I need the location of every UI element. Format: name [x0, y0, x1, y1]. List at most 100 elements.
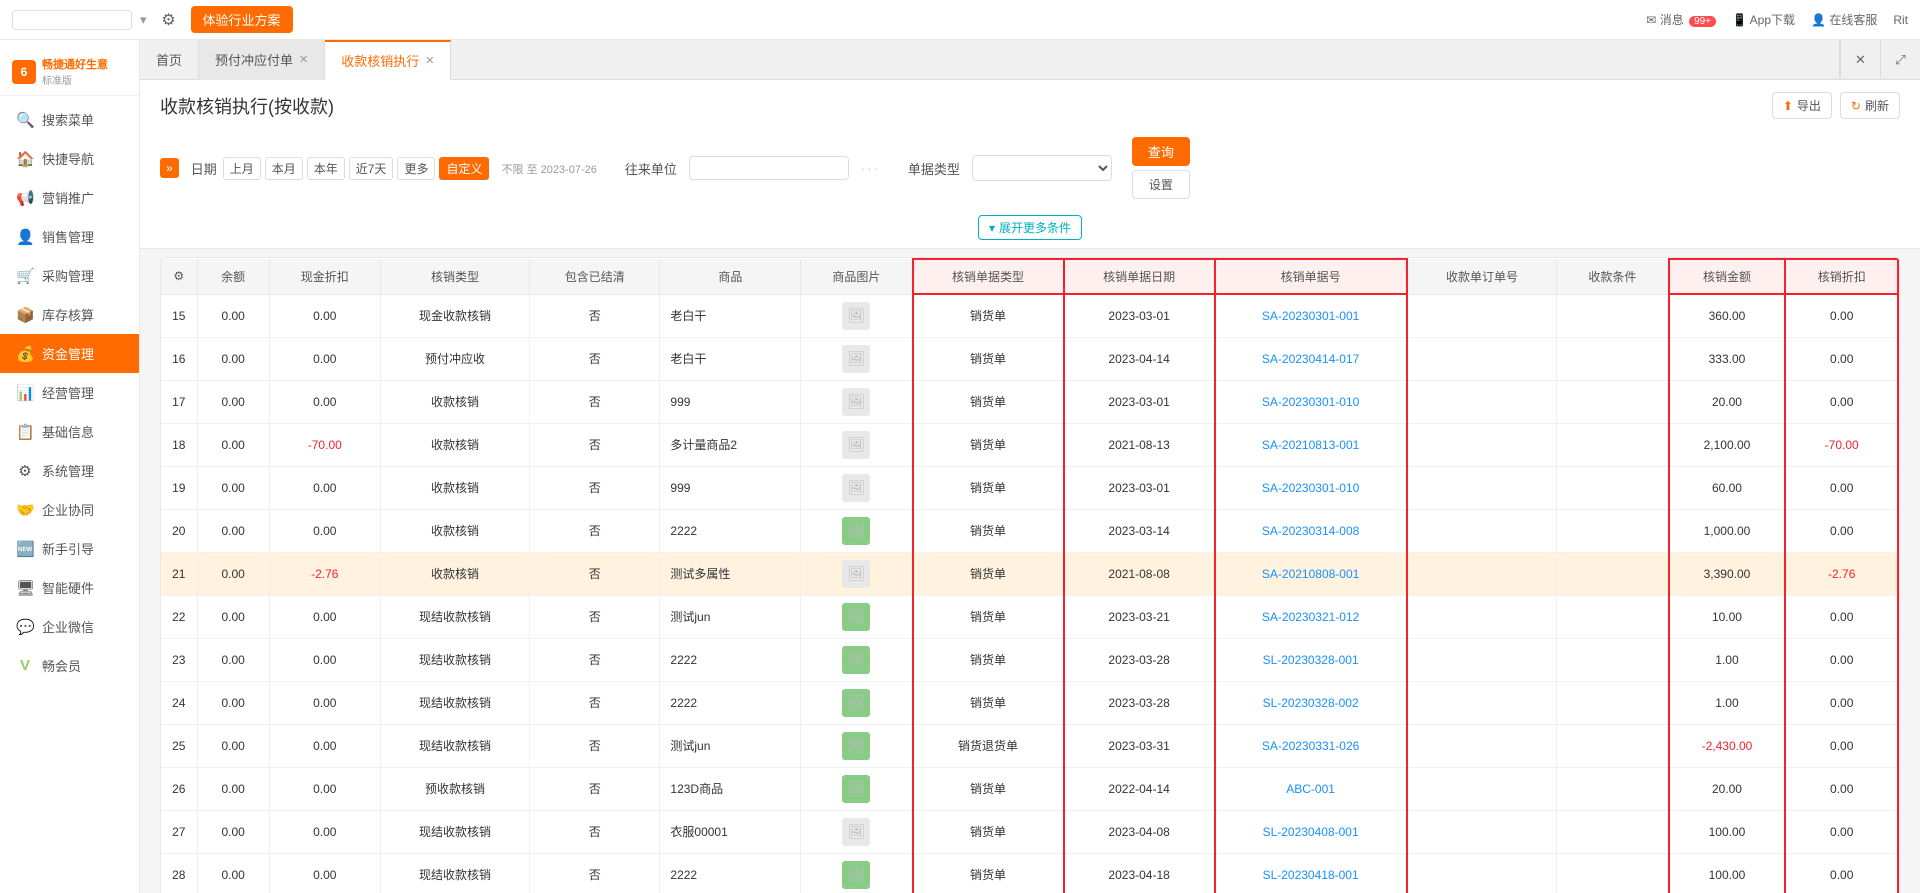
- write-off-no-link[interactable]: SA-20230301-010: [1262, 395, 1359, 409]
- date-btn-this-month[interactable]: 本月: [265, 157, 303, 180]
- td-write-off-no: SL-20230328-002: [1215, 681, 1407, 724]
- sidebar-item-inventory[interactable]: 📦 库存核算: [0, 295, 139, 334]
- sidebar-item-finance[interactable]: 💰 资金管理: [0, 334, 139, 373]
- td-write-off-no: SA-20210808-001: [1215, 552, 1407, 595]
- query-button[interactable]: 查询: [1132, 137, 1190, 166]
- date-btn-this-year[interactable]: 本年: [307, 157, 345, 180]
- service-label: 在线客服: [1829, 13, 1877, 27]
- solution-button[interactable]: 体验行业方案: [191, 6, 293, 33]
- from-unit-input[interactable]: [689, 156, 849, 180]
- td-write-off-discount: 0.00: [1785, 294, 1898, 337]
- td-write-off-discount: 0.00: [1785, 767, 1898, 810]
- date-btn-last-month[interactable]: 上月: [223, 157, 261, 180]
- sidebar-item-hardware[interactable]: 🖥 智能硬件: [0, 568, 139, 607]
- td-receipt-order-no: [1407, 552, 1557, 595]
- th-write-off-type: 核销类型: [380, 259, 529, 294]
- goods-image: 🖼: [842, 818, 870, 846]
- purchase-icon: 🛒: [16, 267, 34, 285]
- td-cash-discount: 0.00: [269, 337, 380, 380]
- sidebar-item-sales[interactable]: 👤 销售管理: [0, 217, 139, 256]
- tab-home[interactable]: 首页: [140, 40, 199, 80]
- write-off-no-link[interactable]: SA-20230301-001: [1262, 309, 1359, 323]
- td-include-settled: 否: [530, 724, 660, 767]
- write-off-no-link[interactable]: SL-20230328-001: [1263, 653, 1359, 667]
- write-off-no-link[interactable]: SL-20230418-001: [1263, 868, 1359, 882]
- date-btn-more[interactable]: 更多: [397, 157, 435, 180]
- td-write-off-bill-type: 销货单: [913, 767, 1064, 810]
- receipt-type-select[interactable]: [972, 155, 1112, 181]
- td-receipt-order-no: [1407, 810, 1557, 853]
- message-badge: 99+: [1689, 16, 1716, 27]
- write-off-no-link[interactable]: SA-20210808-001: [1262, 567, 1359, 581]
- tab-prepay-close[interactable]: ✕: [299, 53, 308, 66]
- write-off-no-link[interactable]: SA-20210813-001: [1262, 438, 1359, 452]
- td-write-off-amount: 100.00: [1669, 810, 1786, 853]
- app-download[interactable]: 📱 App下载: [1732, 11, 1795, 28]
- page-title-row: 收款核销执行(按收款) ⬆ 导出 ↻ 刷新: [160, 92, 1900, 119]
- td-receipt-condition: [1557, 638, 1669, 681]
- write-off-no-link[interactable]: SA-20230414-017: [1262, 352, 1359, 366]
- tab-prepay[interactable]: 预付冲应付单 ✕: [199, 40, 325, 80]
- td-balance: 0.00: [197, 638, 269, 681]
- expand-arrow-btn[interactable]: »: [160, 158, 179, 178]
- date-btn-7days[interactable]: 近7天: [349, 157, 394, 180]
- refresh-icon: ↻: [1851, 99, 1861, 113]
- sidebar-item-purchase[interactable]: 🛒 采购管理: [0, 256, 139, 295]
- table-row: 28 0.00 0.00 现结收款核销 否 2222 🖼 销货单 2023-04…: [161, 853, 1898, 893]
- write-off-no-link[interactable]: SA-20230321-012: [1262, 610, 1359, 624]
- td-goods-img: 🖼: [801, 767, 913, 810]
- th-write-off-bill-type: 核销单据类型: [913, 259, 1064, 294]
- tab-expand-btn[interactable]: ⤢: [1880, 40, 1920, 80]
- sidebar-item-system[interactable]: ⚙ 系统管理: [0, 451, 139, 490]
- td-write-off-date: 2023-03-31: [1064, 724, 1215, 767]
- sidebar-item-wechat[interactable]: 💬 企业微信: [0, 607, 139, 646]
- tab-collection[interactable]: 收款核销执行 ✕: [325, 40, 451, 80]
- sidebar-item-member[interactable]: V 畅会员: [0, 646, 139, 685]
- sidebar-item-guide[interactable]: 🆕 新手引导: [0, 529, 139, 568]
- sidebar-item-label: 快捷导航: [42, 149, 94, 168]
- page-actions: ⬆ 导出 ↻ 刷新: [1772, 92, 1900, 119]
- write-off-no-link[interactable]: SA-20230331-026: [1262, 739, 1359, 753]
- td-goods-img: 🖼: [801, 853, 913, 893]
- td-write-off-amount: 60.00: [1669, 466, 1786, 509]
- td-goods: 2222: [660, 638, 801, 681]
- td-goods-img: 🖼: [801, 466, 913, 509]
- message-item[interactable]: ✉ 消息 99+: [1646, 11, 1716, 28]
- sidebar-item-quicknav[interactable]: 🏠 快捷导航: [0, 139, 139, 178]
- write-off-no-link[interactable]: SL-20230328-002: [1263, 696, 1359, 710]
- td-goods: 2222: [660, 853, 801, 893]
- tab-collection-close[interactable]: ✕: [425, 54, 434, 67]
- sidebar-item-search[interactable]: 🔍 搜索菜单: [0, 100, 139, 139]
- refresh-button[interactable]: ↻ 刷新: [1840, 92, 1900, 119]
- td-balance: 0.00: [197, 810, 269, 853]
- sidebar-item-operation[interactable]: 📊 经营管理: [0, 373, 139, 412]
- expand-more-btn[interactable]: ▾ 展开更多条件: [978, 215, 1082, 240]
- tab-close-btn[interactable]: ✕: [1840, 40, 1880, 80]
- write-off-no-link[interactable]: SL-20230408-001: [1263, 825, 1359, 839]
- online-service[interactable]: 👤 在线客服: [1811, 11, 1877, 28]
- write-off-no-link[interactable]: ABC-001: [1286, 782, 1335, 796]
- td-write-off-type: 现结收款核销: [380, 853, 529, 893]
- sidebar-item-label: 销售管理: [42, 227, 94, 246]
- write-off-no-link[interactable]: SA-20230301-010: [1262, 481, 1359, 495]
- td-goods: 2222: [660, 509, 801, 552]
- sidebar-item-label: 经营管理: [42, 383, 94, 402]
- gear-button[interactable]: ⚙: [155, 6, 183, 34]
- sidebar-item-collab[interactable]: 🤝 企业协同: [0, 490, 139, 529]
- td-include-settled: 否: [530, 681, 660, 724]
- td-include-settled: 否: [530, 767, 660, 810]
- brand-input[interactable]: [12, 10, 132, 30]
- table-row: 18 0.00 -70.00 收款核销 否 多计量商品2 🖼 销货单 2021-…: [161, 423, 1898, 466]
- th-balance: 余额: [197, 259, 269, 294]
- sidebar-item-marketing[interactable]: 📢 营销推广: [0, 178, 139, 217]
- td-write-off-amount: 100.00: [1669, 853, 1786, 893]
- td-no: 19: [161, 466, 197, 509]
- export-button[interactable]: ⬆ 导出: [1772, 92, 1832, 119]
- sidebar-item-basic[interactable]: 📋 基础信息: [0, 412, 139, 451]
- from-unit-label: 往来单位: [625, 159, 677, 178]
- settings-button[interactable]: 设置: [1132, 170, 1190, 199]
- td-receipt-condition: [1557, 595, 1669, 638]
- top-bar-left: ▾ ⚙ 体验行业方案: [12, 6, 1638, 34]
- date-btn-custom[interactable]: 自定义: [439, 157, 489, 180]
- write-off-no-link[interactable]: SA-20230314-008: [1262, 524, 1359, 538]
